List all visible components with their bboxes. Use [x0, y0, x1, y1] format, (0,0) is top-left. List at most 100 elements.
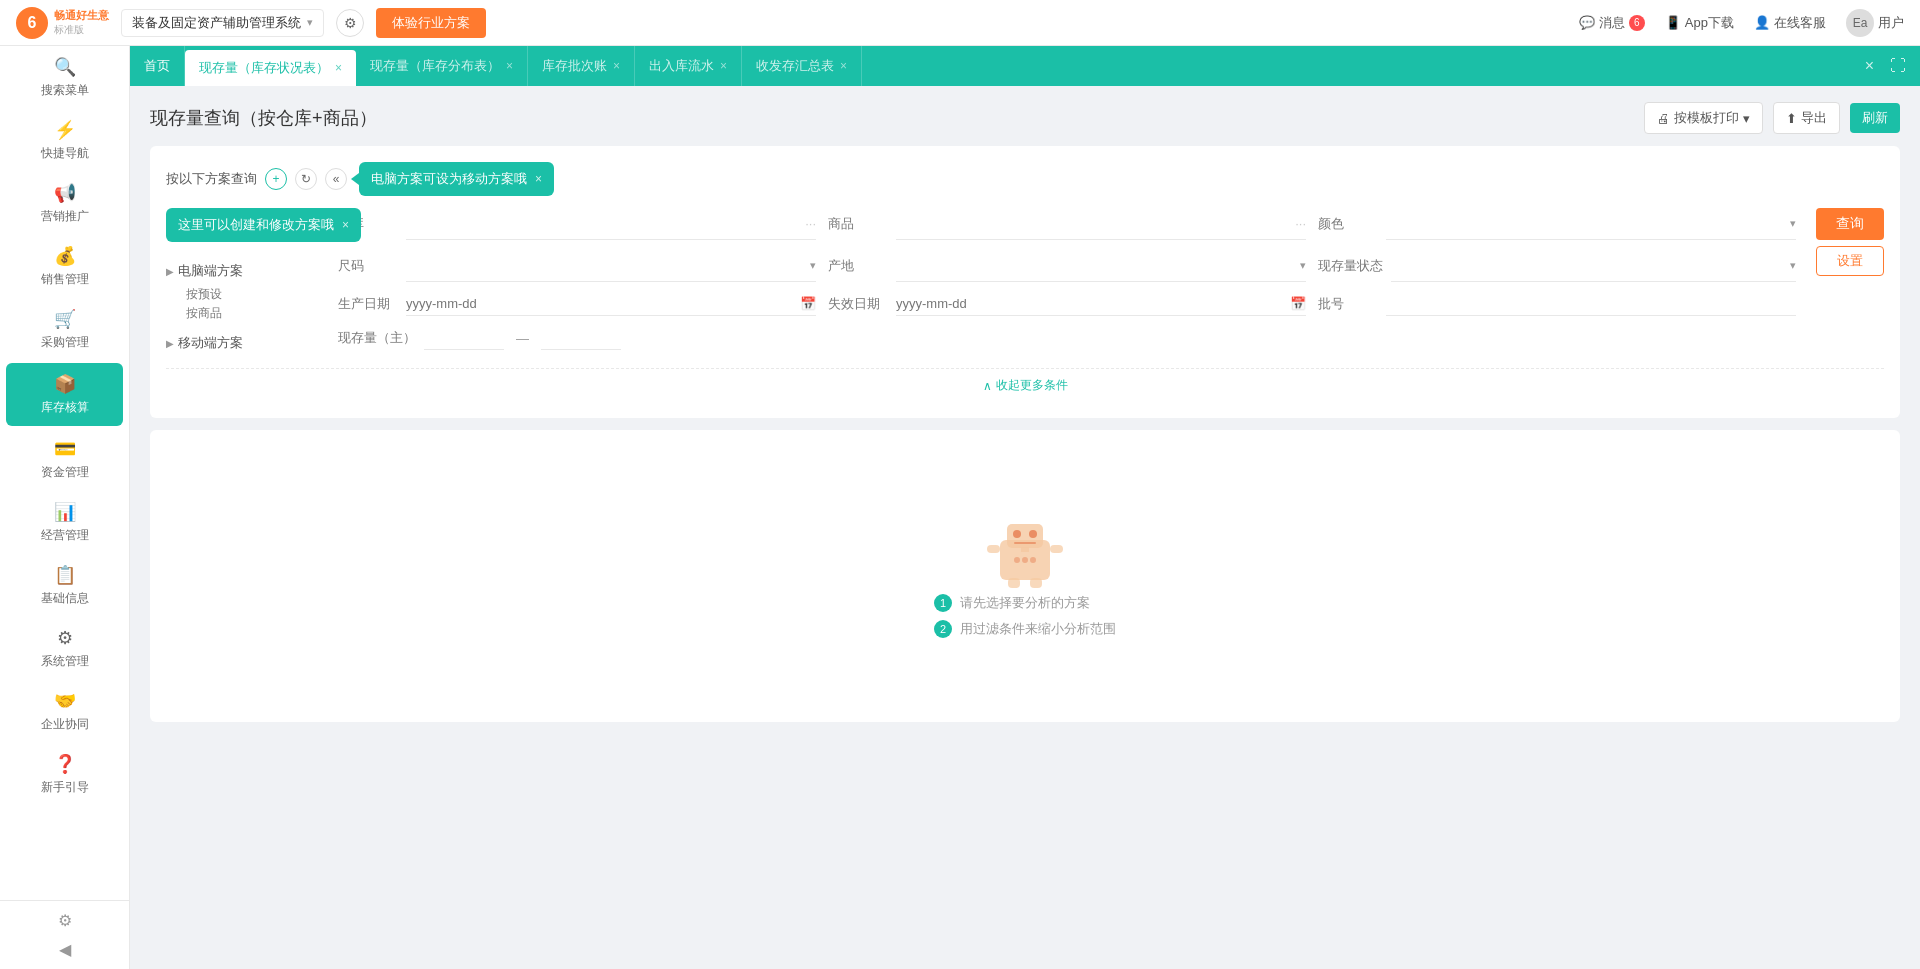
tab-close-stock-status[interactable]: ×: [335, 61, 342, 75]
batch-no-input[interactable]: [1386, 292, 1796, 316]
tab-close-batch-account[interactable]: ×: [613, 59, 620, 73]
expire-date-calendar-icon[interactable]: 📅: [1290, 296, 1306, 311]
sidebar-item-inventory[interactable]: 📦 库存核算: [6, 363, 123, 426]
tooltip1-close[interactable]: ×: [535, 172, 542, 186]
add-scheme-button[interactable]: +: [265, 168, 287, 190]
tab-close-receipt-summary[interactable]: ×: [840, 59, 847, 73]
tab-batch-account[interactable]: 库存批次账 ×: [528, 46, 635, 86]
stock-main-to[interactable]: [541, 326, 621, 350]
refresh-button[interactable]: 刷新: [1850, 103, 1900, 133]
print-icon: 🖨: [1657, 111, 1670, 126]
filter-color: 颜色 ▾: [1318, 208, 1796, 240]
batch-no-label: 批号: [1318, 295, 1378, 313]
sidebar-item-enterprise[interactable]: 🤝 企业协同: [0, 680, 129, 743]
sidebar-collapse-icon[interactable]: ◀: [59, 940, 71, 959]
query-button[interactable]: 查询: [1816, 208, 1884, 240]
logo-area: 6 畅通好生意 标准版: [16, 7, 109, 39]
sidebar-item-system[interactable]: ⚙ 系统管理: [0, 617, 129, 680]
filter-main-area: 这里可以创建和修改方案哦 × ▶ 电脑端方案 按预设 按商品: [166, 208, 1884, 360]
warehouse-select[interactable]: ···: [406, 208, 816, 240]
color-label: 颜色: [1318, 215, 1378, 233]
tooltip-arrow: [351, 173, 359, 185]
collapse-up-icon: ∧: [983, 379, 992, 393]
collapse-bar[interactable]: ∧ 收起更多条件: [166, 368, 1884, 402]
tree-mobile-schemes[interactable]: ▶ 移动端方案: [166, 330, 326, 356]
tab-receipt-summary[interactable]: 收发存汇总表 ×: [742, 46, 862, 86]
header-right: 💬 消息 6 📱 App下载 👤 在线客服 Ea 用户: [1579, 9, 1904, 37]
tab-close-inout-flow[interactable]: ×: [720, 59, 727, 73]
user-area[interactable]: Ea 用户: [1846, 9, 1904, 37]
tab-home[interactable]: 首页: [130, 46, 185, 86]
user-name[interactable]: 用户: [1878, 14, 1904, 32]
produce-date-calendar-icon[interactable]: 📅: [800, 296, 816, 311]
service-icon: 👤: [1754, 15, 1770, 30]
svg-rect-7: [1050, 545, 1063, 553]
expire-date-picker[interactable]: 📅: [896, 292, 1306, 316]
tab-close-stock-dist[interactable]: ×: [506, 59, 513, 73]
origin-input[interactable]: [896, 254, 1300, 277]
goods-dots[interactable]: ···: [1295, 216, 1306, 231]
tab-stock-dist[interactable]: 现存量（库存分布表） ×: [356, 46, 528, 86]
svg-rect-5: [1021, 547, 1029, 552]
expire-date-input[interactable]: [896, 292, 1290, 315]
refresh-scheme-button[interactable]: ↻: [295, 168, 317, 190]
set-button[interactable]: 设置: [1816, 246, 1884, 276]
app-download-button[interactable]: 📱 App下载: [1665, 14, 1734, 32]
tree-mobile-expand-icon: ▶: [166, 338, 174, 349]
filter-goods: 商品 ···: [828, 208, 1306, 240]
export-button[interactable]: ⬆ 导出: [1773, 102, 1840, 134]
tab-bar-actions: × ⛶: [1861, 53, 1920, 79]
produce-date-picker[interactable]: 📅: [406, 292, 816, 316]
sidebar-item-marketing[interactable]: 📢 营销推广: [0, 172, 129, 235]
sidebar-item-basic-info[interactable]: 📋 基础信息: [0, 554, 129, 617]
stock-status-select[interactable]: ▾: [1391, 250, 1796, 282]
settings-button[interactable]: ⚙: [336, 9, 364, 37]
back-scheme-button[interactable]: «: [325, 168, 347, 190]
svg-rect-1: [1007, 524, 1043, 548]
tree-desktop-child1: 按预设: [166, 284, 326, 303]
system-name-selector[interactable]: 装备及固定资产辅助管理系统 ▾: [121, 9, 324, 37]
guide-icon: ❓: [54, 753, 76, 775]
color-input[interactable]: [1386, 212, 1790, 235]
sidebar-item-sales[interactable]: 💰 销售管理: [0, 235, 129, 298]
online-service-button[interactable]: 👤 在线客服: [1754, 14, 1826, 32]
size-input[interactable]: [406, 254, 810, 277]
stock-main-from[interactable]: [424, 326, 504, 350]
message-button[interactable]: 💬 消息 6: [1579, 14, 1645, 32]
stock-status-input[interactable]: [1391, 254, 1790, 277]
print-button[interactable]: 🖨 按模板打印 ▾: [1644, 102, 1763, 134]
size-select[interactable]: ▾: [406, 250, 816, 282]
origin-select[interactable]: ▾: [896, 250, 1306, 282]
tab-stock-status[interactable]: 现存量（库存状况表） ×: [185, 50, 356, 86]
color-select[interactable]: ▾: [1386, 208, 1796, 240]
goods-input[interactable]: [896, 212, 1295, 235]
search-panel: 按以下方案查询 + ↻ « 电脑方案可设为移动方案哦 ×: [150, 146, 1900, 418]
sidebar-item-finance[interactable]: 💳 资金管理: [0, 428, 129, 491]
sidebar-item-operations[interactable]: 📊 经营管理: [0, 491, 129, 554]
sidebar-item-purchase[interactable]: 🛒 采购管理: [0, 298, 129, 361]
trial-button[interactable]: 体验行业方案: [376, 8, 486, 38]
tab-close-all-icon[interactable]: ×: [1861, 53, 1878, 79]
sidebar-settings-icon[interactable]: ⚙: [58, 911, 72, 930]
tab-expand-icon[interactable]: ⛶: [1886, 53, 1910, 79]
warehouse-dots[interactable]: ···: [805, 216, 816, 231]
content-area: 首页 现存量（库存状况表） × 现存量（库存分布表） × 库存批次账 × 出入库…: [130, 46, 1920, 969]
goods-select[interactable]: ···: [896, 208, 1306, 240]
warehouse-input[interactable]: [406, 212, 805, 235]
sidebar-item-quick-nav[interactable]: ⚡ 快捷导航: [0, 109, 129, 172]
tab-inout-flow[interactable]: 出入库流水 ×: [635, 46, 742, 86]
produce-date-input[interactable]: [406, 292, 800, 315]
sidebar-item-search-menu[interactable]: 🔍 搜索菜单: [0, 46, 129, 109]
tooltip2-close[interactable]: ×: [342, 218, 349, 232]
filter-stock-status: 现存量状态 ▾: [1318, 250, 1796, 282]
filter-row-1: 仓库 ··· 商品: [338, 208, 1796, 240]
svg-rect-8: [1008, 578, 1020, 588]
basic-info-icon: 📋: [54, 564, 76, 586]
system-chevron-icon: ▾: [307, 16, 313, 29]
expire-date-label: 失效日期: [828, 295, 888, 313]
message-icon: 💬: [1579, 15, 1595, 30]
tree-desktop-schemes[interactable]: ▶ 电脑端方案: [166, 258, 326, 284]
system-icon: ⚙: [57, 627, 73, 649]
sidebar-item-guide[interactable]: ❓ 新手引导: [0, 743, 129, 806]
results-area: 1 请先选择要分析的方案 2 用过滤条件来缩小分析范围: [150, 430, 1900, 722]
